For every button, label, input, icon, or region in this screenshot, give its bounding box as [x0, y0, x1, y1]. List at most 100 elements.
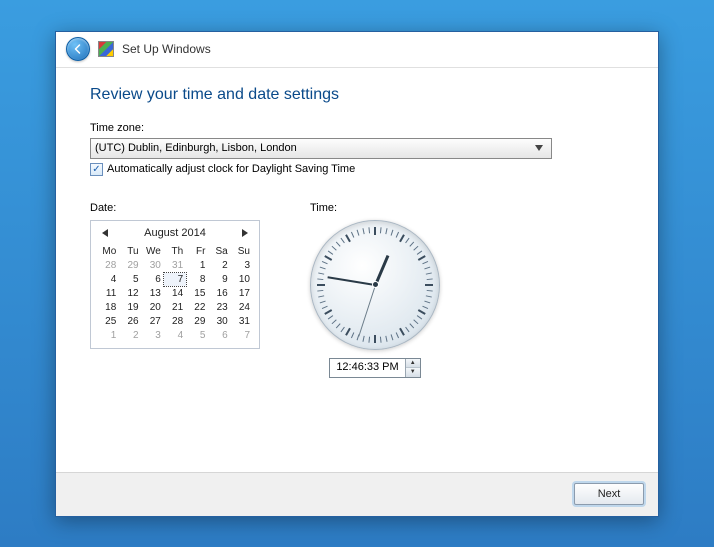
- clock-tick: [413, 319, 418, 324]
- clock-tick: [380, 336, 382, 342]
- calendar-day-cell[interactable]: 15: [186, 287, 208, 300]
- calendar-day-header: Sa: [208, 245, 230, 258]
- calendar-day-cell[interactable]: 2: [208, 259, 230, 272]
- calendar-day-cell[interactable]: 29: [186, 315, 208, 328]
- calendar-day-cell[interactable]: 18: [97, 301, 119, 314]
- chevron-left-icon: [102, 229, 108, 237]
- clock-tick: [399, 234, 405, 242]
- clock-tick: [396, 332, 399, 338]
- calendar-day-cell[interactable]: 20: [142, 301, 164, 314]
- clock-tick: [318, 272, 324, 274]
- calendar-day-cell[interactable]: 26: [119, 315, 141, 328]
- calendar-day-cell[interactable]: 30: [208, 315, 230, 328]
- calendar-day-cell[interactable]: 10: [231, 273, 253, 286]
- calendar-day-cell[interactable]: 4: [97, 273, 119, 286]
- clock-tick: [399, 327, 405, 335]
- clock-tick: [318, 295, 324, 297]
- clock-tick: [409, 241, 414, 246]
- calendar-day-cell[interactable]: 9: [208, 273, 230, 286]
- calendar-prev-button[interactable]: [99, 227, 111, 239]
- clock-tick: [328, 315, 333, 319]
- calendar[interactable]: August 2014 MoTuWeThFrSaSu28293031123456…: [90, 220, 260, 349]
- clock-tick: [424, 300, 430, 303]
- calendar-day-cell[interactable]: 28: [97, 259, 119, 272]
- clock-tick: [426, 295, 432, 297]
- clock-tick: [324, 309, 332, 315]
- footer: Next: [56, 472, 658, 516]
- titlebar: Set Up Windows: [56, 32, 658, 68]
- calendar-day-cell[interactable]: 21: [164, 301, 186, 314]
- calendar-day-header: Su: [231, 245, 253, 258]
- calendar-day-header: Tu: [119, 245, 141, 258]
- calendar-day-cell[interactable]: 24: [231, 301, 253, 314]
- clock-tick: [341, 326, 345, 331]
- calendar-day-cell[interactable]: 12: [119, 287, 141, 300]
- dst-label: Automatically adjust clock for Daylight …: [107, 163, 355, 175]
- minute-hand: [327, 276, 375, 286]
- calendar-day-cell[interactable]: 8: [186, 273, 208, 286]
- calendar-day-cell[interactable]: 19: [119, 301, 141, 314]
- calendar-day-cell[interactable]: 7: [164, 273, 186, 286]
- clock-tick: [362, 335, 364, 341]
- time-input[interactable]: 12:46:33 PM ▲ ▼: [329, 358, 420, 378]
- timezone-value: (UTC) Dublin, Edinburgh, Lisbon, London: [95, 142, 297, 154]
- calendar-day-cell[interactable]: 3: [231, 259, 253, 272]
- calendar-day-cell[interactable]: 28: [164, 315, 186, 328]
- calendar-day-cell[interactable]: 30: [142, 259, 164, 272]
- calendar-day-cell[interactable]: 11: [97, 287, 119, 300]
- clock-pin: [372, 281, 379, 288]
- clock-tick: [336, 323, 341, 328]
- calendar-day-cell[interactable]: 22: [186, 301, 208, 314]
- calendar-day-cell[interactable]: 16: [208, 287, 230, 300]
- time-spin-up[interactable]: ▲: [406, 359, 420, 369]
- setup-window: Set Up Windows Review your time and date…: [55, 31, 659, 517]
- calendar-day-cell[interactable]: 29: [119, 259, 141, 272]
- clock-tick: [317, 284, 325, 286]
- calendar-day-cell[interactable]: 25: [97, 315, 119, 328]
- clock-tick: [332, 245, 337, 250]
- clock-tick: [380, 227, 382, 233]
- time-spin-down[interactable]: ▼: [406, 368, 420, 377]
- time-label: Time:: [310, 202, 440, 214]
- calendar-day-cell[interactable]: 23: [208, 301, 230, 314]
- clock-tick: [341, 237, 345, 242]
- content-area: Review your time and date settings Time …: [56, 68, 658, 472]
- calendar-day-cell[interactable]: 31: [231, 315, 253, 328]
- calendar-day-cell[interactable]: 2: [119, 329, 141, 342]
- calendar-next-button[interactable]: [239, 227, 251, 239]
- clock-tick: [391, 229, 394, 235]
- dst-checkbox[interactable]: ✓: [90, 163, 103, 176]
- clock-tick: [417, 250, 422, 254]
- calendar-day-cell[interactable]: 3: [142, 329, 164, 342]
- clock-tick: [345, 234, 351, 242]
- calendar-day-cell[interactable]: 1: [186, 259, 208, 272]
- next-button[interactable]: Next: [574, 483, 644, 505]
- clock-tick: [391, 334, 394, 340]
- calendar-day-cell[interactable]: 6: [142, 273, 164, 286]
- calendar-day-cell[interactable]: 7: [231, 329, 253, 342]
- back-button[interactable]: [66, 37, 90, 61]
- calendar-day-cell[interactable]: 31: [164, 259, 186, 272]
- calendar-day-cell[interactable]: 6: [208, 329, 230, 342]
- clock-tick: [427, 289, 433, 291]
- clock-tick: [322, 260, 328, 263]
- clock-tick: [320, 300, 326, 303]
- calendar-day-cell[interactable]: 1: [97, 329, 119, 342]
- calendar-day-cell[interactable]: 17: [231, 287, 253, 300]
- windows-flag-icon: [98, 41, 114, 57]
- clock-tick: [422, 260, 428, 263]
- clock-tick: [332, 319, 337, 324]
- clock-tick: [320, 266, 326, 269]
- calendar-day-header: Fr: [186, 245, 208, 258]
- calendar-day-cell[interactable]: 5: [186, 329, 208, 342]
- calendar-day-cell[interactable]: 4: [164, 329, 186, 342]
- timezone-select[interactable]: (UTC) Dublin, Edinburgh, Lisbon, London: [90, 138, 552, 159]
- calendar-day-cell[interactable]: 14: [164, 287, 186, 300]
- clock-tick: [345, 327, 351, 335]
- calendar-day-cell[interactable]: 13: [142, 287, 164, 300]
- calendar-day-cell[interactable]: 27: [142, 315, 164, 328]
- chevron-down-icon: [531, 140, 547, 156]
- calendar-day-cell[interactable]: 5: [119, 273, 141, 286]
- date-panel: Date: August 2014 MoTuWeThFrSaSu28293031…: [90, 202, 260, 378]
- timezone-label: Time zone:: [90, 122, 624, 134]
